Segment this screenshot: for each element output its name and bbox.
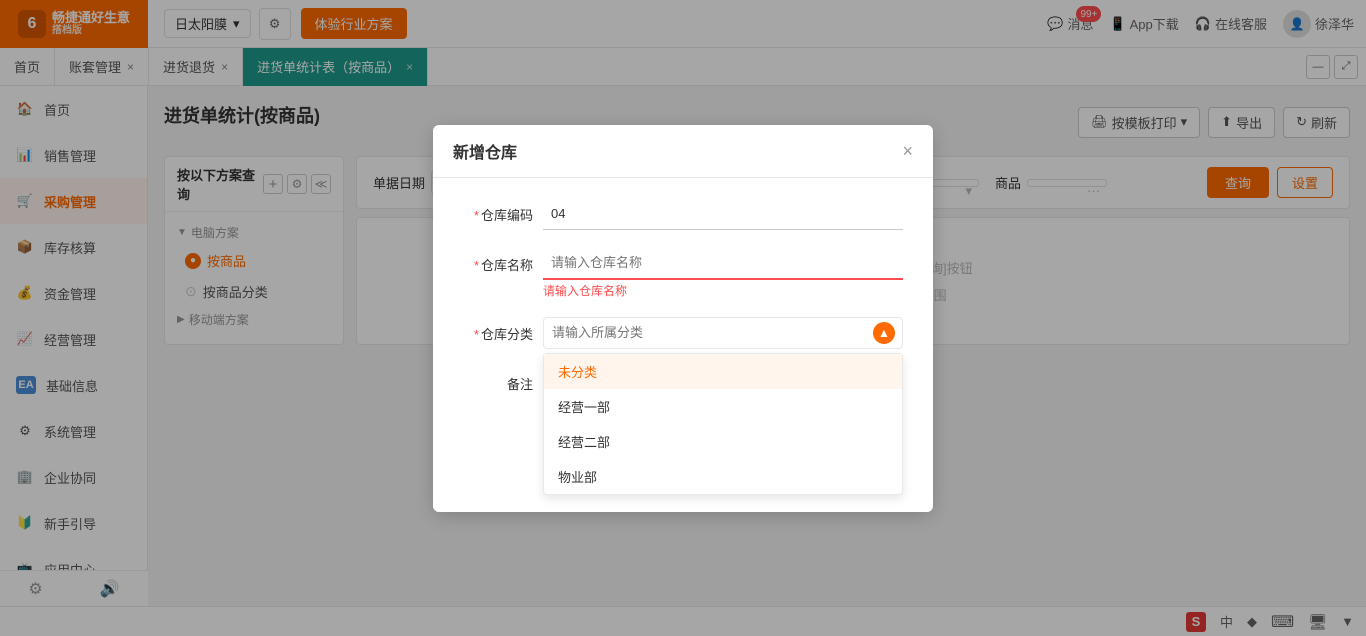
category-dropdown-wrap: ▲ 未分类 经营一部 经营二部 物业部 bbox=[543, 317, 903, 349]
name-label: *仓库名称 bbox=[463, 248, 543, 274]
name-input-wrap: 请输入仓库名称 bbox=[543, 248, 903, 299]
category-label: *仓库分类 bbox=[463, 317, 543, 343]
name-input[interactable] bbox=[543, 248, 903, 280]
category-dropdown-list: 未分类 经营一部 经营二部 物业部 bbox=[543, 353, 903, 495]
code-row: *仓库编码 bbox=[463, 198, 903, 230]
name-error-msg: 请输入仓库名称 bbox=[543, 282, 903, 299]
modal-title: 新增仓库 bbox=[453, 139, 517, 163]
category-input[interactable] bbox=[543, 317, 903, 349]
option-dept1[interactable]: 经营一部 bbox=[544, 389, 902, 424]
category-row: *仓库分类 ▲ 未分类 经营一部 经营二部 物业部 bbox=[463, 317, 903, 349]
modal-close-button[interactable]: × bbox=[902, 142, 913, 160]
add-warehouse-modal: 新增仓库 × *仓库编码 *仓库名称 请输入仓库名称 bbox=[433, 125, 933, 512]
option-dept2[interactable]: 经营二部 bbox=[544, 424, 902, 459]
note-label: 备注 bbox=[463, 367, 543, 393]
code-label: *仓库编码 bbox=[463, 198, 543, 224]
code-input[interactable] bbox=[543, 198, 903, 230]
modal-body: *仓库编码 *仓库名称 请输入仓库名称 *仓库分类 bbox=[433, 178, 933, 447]
category-dropdown-arrow[interactable]: ▲ bbox=[873, 322, 895, 344]
option-unclassified[interactable]: 未分类 bbox=[544, 354, 902, 389]
name-row: *仓库名称 请输入仓库名称 bbox=[463, 248, 903, 299]
modal-header: 新增仓库 × bbox=[433, 125, 933, 178]
modal-overlay: 新增仓库 × *仓库编码 *仓库名称 请输入仓库名称 bbox=[0, 0, 1366, 636]
option-dept3[interactable]: 物业部 bbox=[544, 459, 902, 494]
